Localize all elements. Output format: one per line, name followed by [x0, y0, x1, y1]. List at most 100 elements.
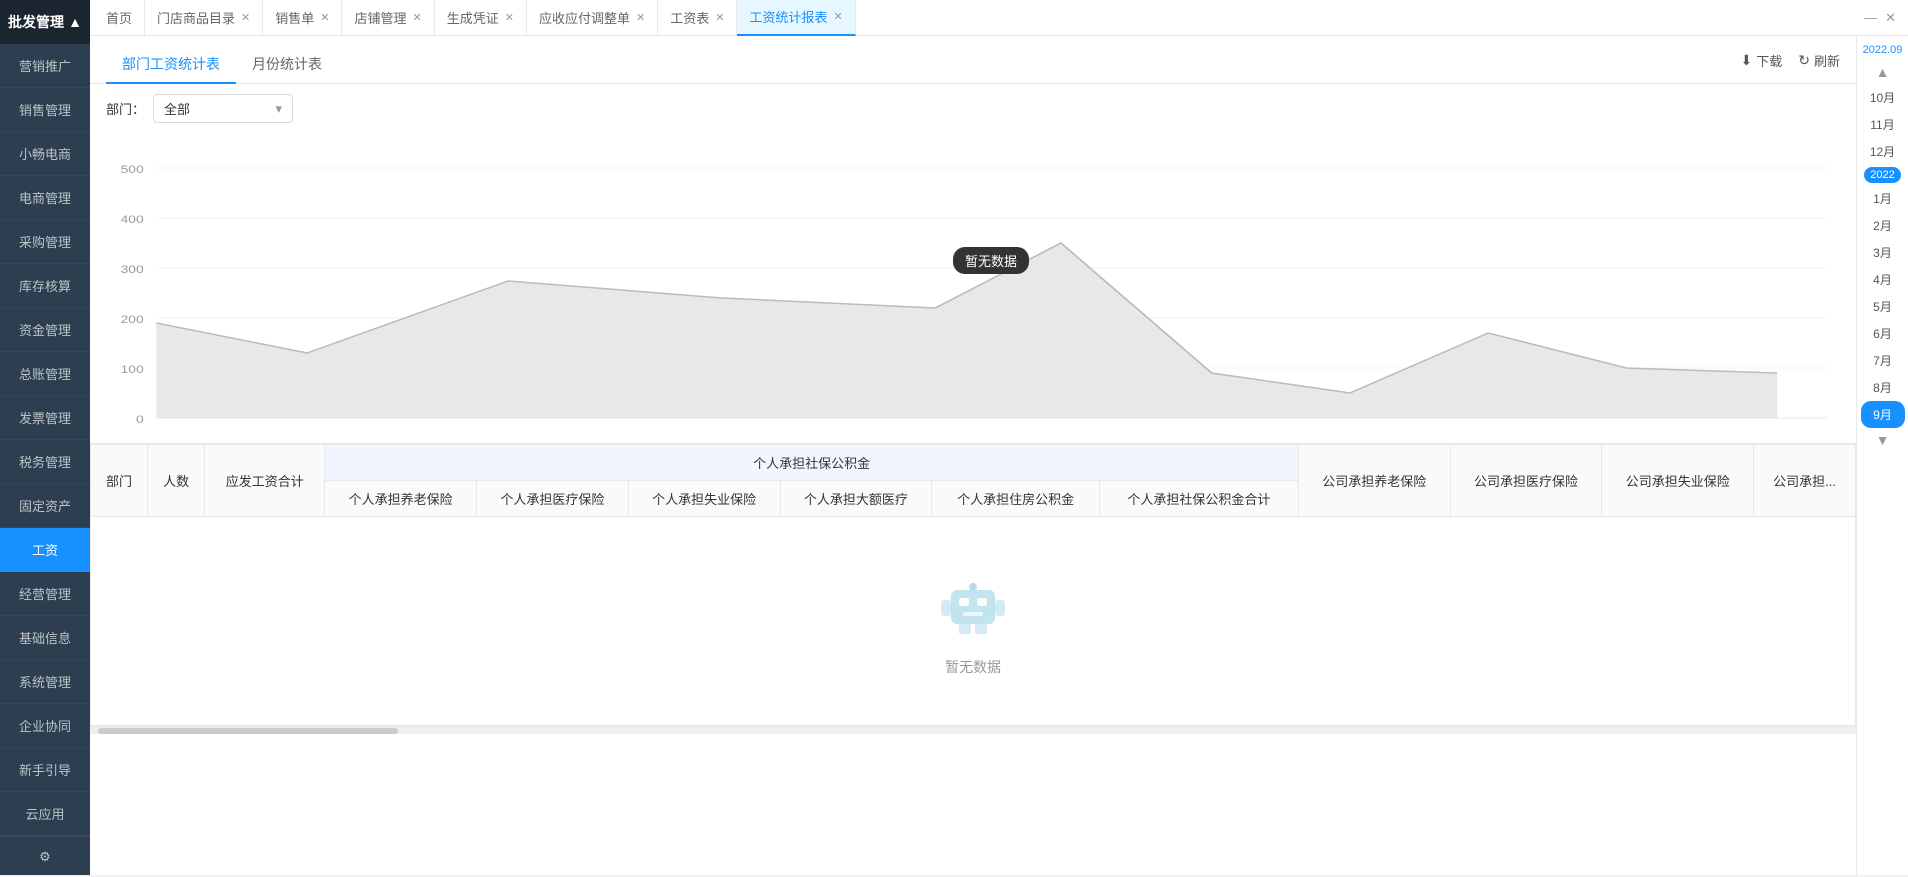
horizontal-scrollbar[interactable]	[90, 726, 1856, 734]
download-button[interactable]: ⬇ 下载	[1741, 51, 1783, 70]
time-month-dec[interactable]: 12月	[1861, 138, 1905, 165]
sidebar-item-ecommerce[interactable]: 电商管理	[0, 176, 90, 220]
time-month-sep[interactable]: 9月	[1861, 401, 1905, 428]
sidebar-item-invoice[interactable]: 发票管理	[0, 396, 90, 440]
time-panel-year-label: 2022.09	[1863, 44, 1903, 56]
sidebar-item-label: 营销推广	[19, 59, 71, 74]
tab-store-catalog[interactable]: 门店商品目录 ✕	[145, 0, 263, 36]
refresh-button[interactable]: ↻ 刷新	[1798, 51, 1840, 70]
col-group-personal: 个人承担社保公积金	[325, 445, 1299, 481]
time-panel-header[interactable]: 2022.09	[1861, 40, 1905, 60]
sidebar-item-enterprise[interactable]: 企业协同	[0, 704, 90, 748]
sidebar-item-sales[interactable]: 销售管理	[0, 88, 90, 132]
window-close-icon[interactable]: ✕	[1885, 10, 1896, 26]
tab-payroll[interactable]: 工资表 ✕	[658, 0, 737, 36]
sidebar-item-finance[interactable]: 资金管理	[0, 308, 90, 352]
tab-close-icon[interactable]: ✕	[833, 10, 842, 23]
sub-tab-month[interactable]: 月份统计表	[236, 46, 338, 84]
tab-sales-order[interactable]: 销售单 ✕	[263, 0, 342, 36]
time-month-nov[interactable]: 11月	[1861, 111, 1905, 138]
sidebar-item-newguide[interactable]: 新手引导	[0, 748, 90, 792]
sidebar-item-label: 基础信息	[19, 631, 71, 646]
sidebar-item-assets[interactable]: 固定资产	[0, 484, 90, 528]
table-header-group: 部门 人数 应发工资合计 个人承担社保公积金	[91, 445, 1856, 481]
chart-container: 0 100 200 300 400 500	[106, 133, 1840, 433]
tab-voucher[interactable]: 生成凭证 ✕	[435, 0, 527, 36]
tab-home[interactable]: 首页	[94, 0, 145, 36]
tab-label: 生成凭证	[447, 8, 499, 27]
tab-store-management[interactable]: 店铺管理 ✕	[342, 0, 434, 36]
data-table: 部门 人数 应发工资合计 个人承担社保公积金	[90, 444, 1856, 726]
tab-close-icon[interactable]: ✕	[636, 11, 645, 24]
time-nav-up[interactable]: ▲	[1871, 60, 1895, 84]
window-minimize-icon[interactable]: —	[1864, 10, 1877, 25]
tab-close-icon[interactable]: ✕	[241, 11, 250, 24]
tab-close-icon[interactable]: ✕	[715, 11, 724, 24]
tab-close-icon[interactable]: ✕	[413, 11, 422, 24]
empty-icon	[933, 565, 1013, 645]
sidebar-item-label: 电商管理	[19, 191, 71, 206]
sidebar-item-operations[interactable]: 经营管理	[0, 572, 90, 616]
sidebar-item-salary[interactable]: 工资	[0, 528, 90, 572]
sub-tab-dept[interactable]: 部门工资统计表	[106, 46, 236, 84]
sidebar: 批发管理 ▲ 营销推广 销售管理 小畅电商 电商管理 采购管理 库存核算 资金管…	[0, 0, 90, 875]
empty-text: 暂无数据	[945, 657, 1001, 677]
time-month-mar[interactable]: 3月	[1861, 239, 1905, 266]
tab-ar-ap[interactable]: 应收应付调整单 ✕	[527, 0, 658, 36]
dept-select[interactable]: 全部 ▾	[153, 94, 293, 123]
time-month-jul[interactable]: 7月	[1861, 347, 1905, 374]
time-month-feb[interactable]: 2月	[1861, 212, 1905, 239]
sidebar-item-label: 系统管理	[19, 675, 71, 690]
time-month-aug[interactable]: 8月	[1861, 374, 1905, 401]
sidebar-item-label: 税务管理	[19, 455, 71, 470]
sidebar-item-label: 采购管理	[19, 235, 71, 250]
time-month-jun[interactable]: 6月	[1861, 320, 1905, 347]
main-area: 首页 门店商品目录 ✕ 销售单 ✕ 店铺管理 ✕ 生成凭证 ✕ 应收应付调整单 …	[90, 0, 1908, 875]
sidebar-item-cloudapp[interactable]: 云应用	[0, 792, 90, 836]
sidebar-item-basicinfo[interactable]: 基础信息	[0, 616, 90, 660]
scrollbar-thumb[interactable]	[98, 728, 398, 734]
svg-text:400: 400	[121, 213, 144, 225]
sidebar-title: 批发管理	[8, 12, 64, 32]
tab-label: 销售单	[275, 8, 314, 27]
sidebar-settings-button[interactable]: ⚙	[0, 836, 90, 877]
toolbar-actions: ⬇ 下载 ↻ 刷新	[1741, 51, 1841, 78]
sidebar-item-inventory[interactable]: 库存核算	[0, 264, 90, 308]
time-month-jan[interactable]: 1月	[1861, 185, 1905, 212]
sidebar-item-ledger[interactable]: 总账管理	[0, 352, 90, 396]
col-company-unemployment: 公司承担失业保险	[1602, 445, 1754, 517]
tab-close-icon[interactable]: ✕	[320, 11, 329, 24]
sidebar-item-system[interactable]: 系统管理	[0, 660, 90, 704]
sidebar-item-purchase[interactable]: 采购管理	[0, 220, 90, 264]
col-dept: 部门	[91, 445, 148, 517]
time-month-may[interactable]: 5月	[1861, 293, 1905, 320]
time-month-oct[interactable]: 10月	[1861, 84, 1905, 111]
sidebar-item-tax[interactable]: 税务管理	[0, 440, 90, 484]
refresh-icon: ↻	[1798, 52, 1810, 69]
toolbar: 部门： 全部 ▾	[90, 84, 1856, 133]
col-company-medical: 公司承担医疗保险	[1450, 445, 1602, 517]
time-month-apr[interactable]: 4月	[1861, 266, 1905, 293]
tab-close-icon[interactable]: ✕	[505, 11, 514, 24]
sidebar-item-label: 资金管理	[19, 323, 71, 338]
sidebar-item-label: 小畅电商	[19, 147, 71, 162]
sidebar-item-label: 销售管理	[19, 103, 71, 118]
tab-bar-end: — ✕	[1856, 10, 1904, 26]
sidebar-item-marketing[interactable]: 营销推广	[0, 44, 90, 88]
time-nav-down[interactable]: ▼	[1871, 428, 1895, 452]
col-company-pension: 公司承担养老保险	[1298, 445, 1450, 517]
time-year-2022[interactable]: 2022	[1864, 167, 1900, 183]
col-personal-total: 个人承担社保公积金合计	[1099, 481, 1298, 517]
sub-tab-label: 月份统计表	[252, 56, 322, 72]
sidebar-item-xiaochangec[interactable]: 小畅电商	[0, 132, 90, 176]
sidebar-header[interactable]: 批发管理 ▲	[0, 0, 90, 44]
dept-label: 部门：	[106, 99, 145, 118]
tab-label: 店铺管理	[354, 8, 406, 27]
sidebar-item-label: 固定资产	[19, 499, 71, 514]
chevron-down-icon: ▾	[275, 101, 282, 117]
toolbar-left: 部门： 全部 ▾	[106, 94, 293, 123]
tab-bar: 首页 门店商品目录 ✕ 销售单 ✕ 店铺管理 ✕ 生成凭证 ✕ 应收应付调整单 …	[90, 0, 1908, 36]
sidebar-item-label: 企业协同	[19, 719, 71, 734]
tab-label: 首页	[106, 8, 132, 27]
tab-payroll-report[interactable]: 工资统计报表 ✕	[737, 0, 855, 36]
